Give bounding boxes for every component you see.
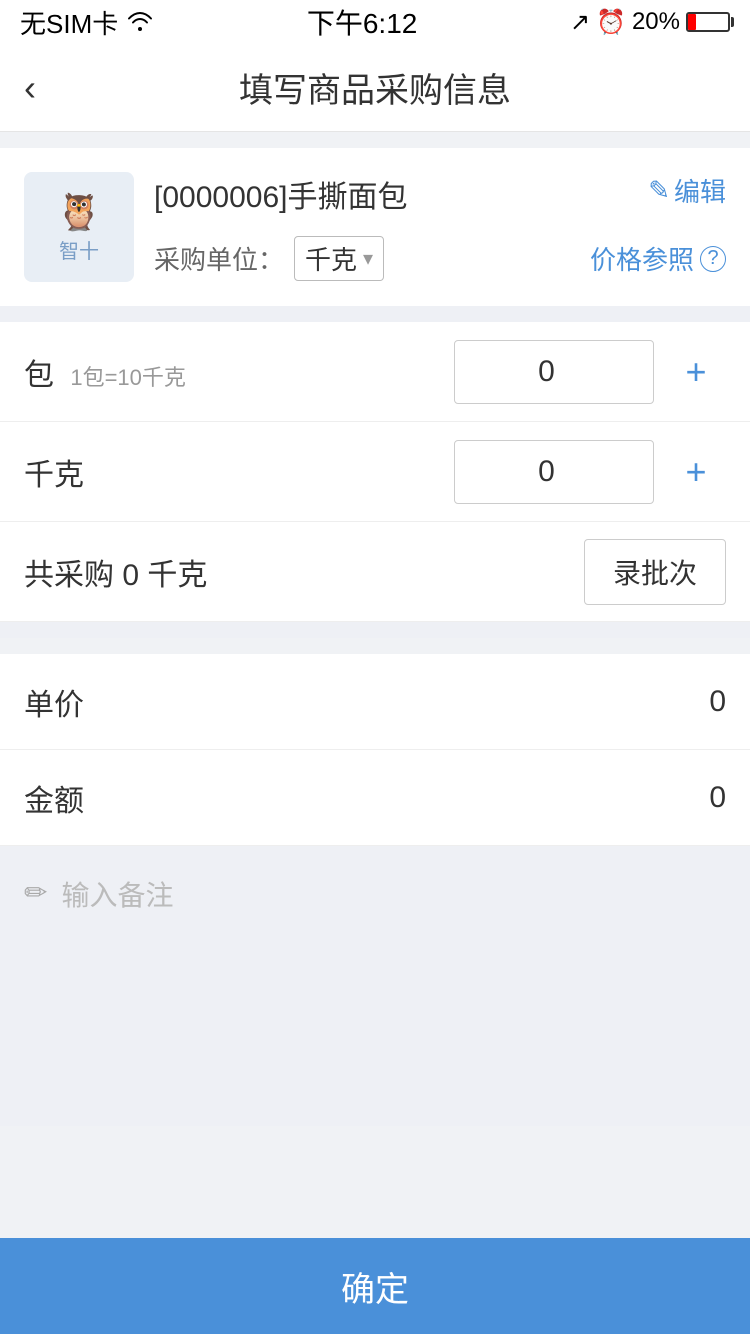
kg-input-row: 千克 + [0,422,750,522]
summary-label: 共采购 [24,559,114,592]
bottom-spacer [0,1126,750,1222]
unit-value: 千克 [305,240,357,277]
edit-label: 编辑 [674,172,726,209]
price-ref-button[interactable]: 价格参照 ? [590,240,726,277]
amount-label: 金额 [24,776,84,820]
product-card: 🦉 智十 [0000006]手撕面包 ✎ 编辑 采购单位： 千克 ▾ 价格参照 [0,148,750,306]
price-ref-help-icon: ? [700,246,726,272]
unit-dropdown-arrow-icon: ▾ [363,246,373,271]
status-right: ↗ ⏰ 20% [570,8,730,37]
price-info-section: 单价 0 金额 0 [0,654,750,846]
status-bar: 无SIM卡 下午6:12 ↗ ⏰ 20% [0,0,750,44]
unit-label: 采购单位： [154,240,284,277]
unit-selector[interactable]: 千克 ▾ [294,236,384,281]
page-title: 填写商品采购信息 [239,63,511,112]
section-divider-1 [0,306,750,322]
bao-quantity-input[interactable] [454,340,654,404]
input-section: 包 1包=10千克 + 千克 + [0,322,750,522]
notes-placeholder: 输入备注 [61,874,173,914]
product-logo-text: 智十 [59,235,99,264]
kg-quantity-input[interactable] [454,440,654,504]
back-button[interactable]: ‹ [24,67,36,109]
bao-input-row: 包 1包=10千克 + [0,322,750,422]
status-time: 下午6:12 [307,2,418,42]
location-icon: ↗ [570,8,590,37]
product-logo-icon: 🦉 [57,191,102,233]
battery-icon [686,12,730,32]
notes-pencil-icon: ✏ [24,876,47,909]
alarm-icon: ⏰ [596,8,626,37]
unit-price-label: 单价 [24,680,84,724]
carrier-text: 无SIM卡 [20,4,118,41]
section-divider-2 [0,622,750,638]
bao-plus-button[interactable]: + [666,340,726,404]
product-unit-row: 采购单位： 千克 ▾ 价格参照 ? [154,236,726,281]
notes-section[interactable]: ✏ 输入备注 [0,846,750,1126]
status-left: 无SIM卡 [20,4,154,41]
bao-quantity-wrap: + [454,340,726,404]
product-title: 手撕面包 [287,181,407,214]
bao-label: 包 1包=10千克 [24,350,454,394]
summary-text: 共采购 0 千克 [24,550,207,594]
confirm-button[interactable]: 确定 [0,1238,750,1334]
bao-sub-label: 1包=10千克 [70,365,186,390]
kg-label: 千克 [24,450,454,494]
summary-amount: 0 [122,559,139,592]
nav-bar: ‹ 填写商品采购信息 [0,44,750,132]
kg-plus-button[interactable]: + [666,440,726,504]
confirm-label: 确定 [341,1262,409,1311]
unit-price-value: 0 [709,685,726,719]
unit-price-row: 单价 0 [0,654,750,750]
wifi-icon [126,7,154,38]
product-name: [0000006]手撕面包 [154,172,648,216]
edit-icon: ✎ [648,175,670,206]
product-header: [0000006]手撕面包 ✎ 编辑 [154,172,726,216]
battery-percent: 20% [632,8,680,36]
summary-row: 共采购 0 千克 录批次 [0,522,750,622]
batch-button[interactable]: 录批次 [584,539,726,605]
product-id: [0000006] [154,181,287,214]
summary-unit: 千克 [147,559,207,592]
edit-button[interactable]: ✎ 编辑 [648,172,726,209]
amount-value: 0 [709,781,726,815]
amount-row: 金额 0 [0,750,750,846]
price-ref-label: 价格参照 [590,240,694,277]
product-info: [0000006]手撕面包 ✎ 编辑 采购单位： 千克 ▾ 价格参照 ? [154,172,726,281]
kg-quantity-wrap: + [454,440,726,504]
product-image: 🦉 智十 [24,172,134,282]
